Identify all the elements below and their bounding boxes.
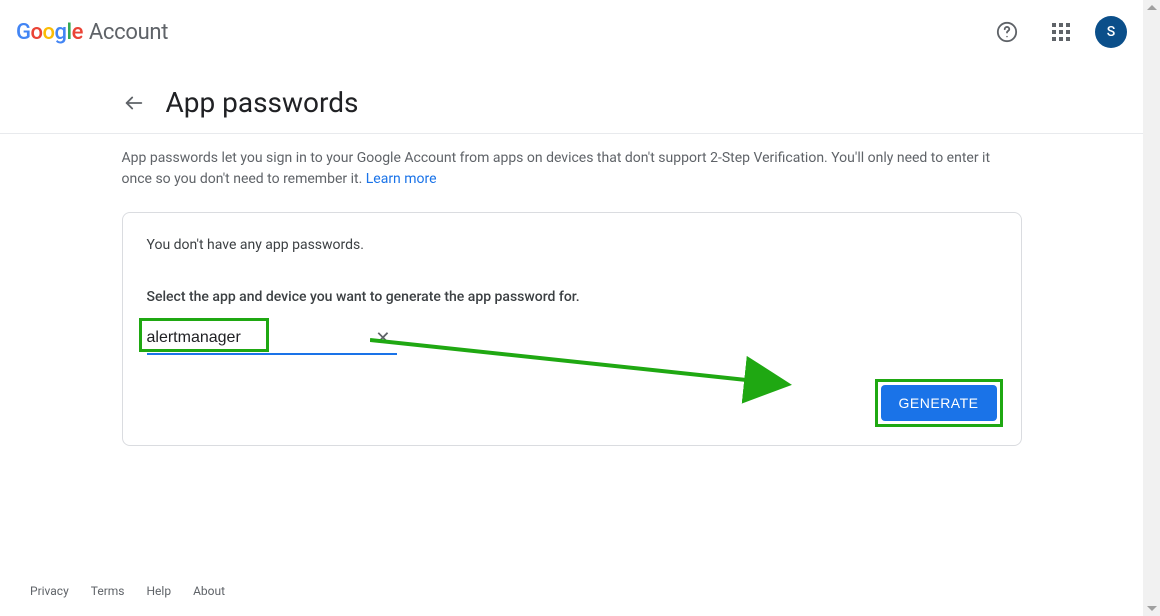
scrollbar[interactable] [1143,0,1160,616]
back-arrow-icon[interactable] [122,91,146,115]
help-icon[interactable] [987,12,1027,52]
intro-body: App passwords let you sign in to your Go… [122,150,991,187]
footer-privacy-link[interactable]: Privacy [30,584,69,598]
title-row: App passwords [122,64,1022,133]
scroll-down-icon [1147,606,1157,611]
brand: Google Account [16,20,168,45]
app-name-input[interactable] [147,329,347,347]
footer-help-link[interactable]: Help [147,584,172,598]
app-passwords-card: You don't have any app passwords. Select… [122,212,1022,446]
page-title: App passwords [166,86,359,119]
clear-input-icon[interactable]: ✕ [369,328,396,349]
footer-about-link[interactable]: About [193,584,225,598]
header: Google Account S [0,0,1143,64]
scroll-up-icon [1147,5,1157,10]
apps-grid-icon[interactable] [1041,12,1081,52]
header-actions: S [987,12,1127,52]
generate-button[interactable]: GENERATE [881,385,997,421]
footer-terms-link[interactable]: Terms [91,584,125,598]
learn-more-link[interactable]: Learn more [366,171,437,187]
intro-text: App passwords let you sign in to your Go… [122,134,1022,212]
footer: Privacy Terms Help About [30,584,225,598]
google-logo: Google [16,20,83,45]
select-message: Select the app and device you want to ge… [147,289,997,305]
avatar[interactable]: S [1095,16,1127,48]
empty-message: You don't have any app passwords. [147,237,997,253]
account-label: Account [89,20,168,45]
